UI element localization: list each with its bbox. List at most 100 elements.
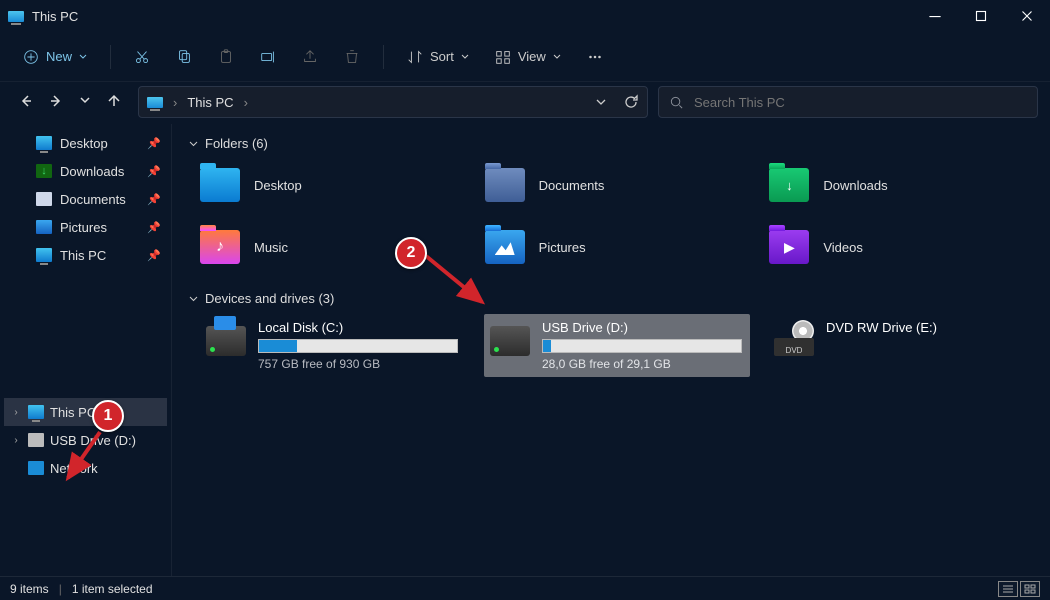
download-icon: ↓	[36, 164, 52, 178]
ellipsis-icon	[586, 48, 604, 66]
sort-button-label: Sort	[430, 49, 454, 64]
sidebar-item-label: Pictures	[60, 220, 107, 235]
tree-item-label: This PC	[50, 405, 96, 420]
refresh-icon[interactable]	[623, 94, 639, 110]
sidebar-item-pictures[interactable]: Pictures📌	[4, 214, 167, 240]
delete-button[interactable]	[333, 40, 371, 74]
folder-pictures[interactable]: Pictures	[485, 221, 750, 273]
toolbar: New Sort View	[0, 32, 1050, 82]
rename-icon	[259, 48, 277, 66]
arrow-up-icon	[106, 93, 122, 109]
chevron-down-icon[interactable]	[595, 96, 607, 108]
sort-icon	[406, 48, 424, 66]
view-button[interactable]: View	[484, 40, 572, 74]
sidebar-item-documents[interactable]: Documents📌	[4, 186, 167, 212]
folder-label: Downloads	[823, 178, 887, 193]
titlebar: This PC	[0, 0, 1050, 32]
monitor-icon	[36, 136, 52, 150]
folder-icon	[485, 168, 525, 202]
chevron-right-icon[interactable]: ›	[10, 435, 22, 446]
status-item-count: 9 items	[10, 582, 49, 596]
picture-icon	[36, 220, 52, 234]
close-button[interactable]	[1004, 0, 1050, 32]
folder-documents[interactable]: Documents	[485, 159, 750, 211]
share-icon	[301, 48, 319, 66]
clipboard-icon	[217, 48, 235, 66]
drive-free-text: 28,0 GB free of 29,1 GB	[542, 357, 744, 371]
nav-row: › This PC ›	[0, 82, 1050, 124]
sidebar-item-label: Downloads	[60, 164, 124, 179]
drive-d[interactable]: USB Drive (D:) 28,0 GB free of 29,1 GB	[484, 314, 750, 377]
hdd-icon	[490, 326, 530, 356]
share-button[interactable]	[291, 40, 329, 74]
folder-label: Music	[254, 240, 288, 255]
view-icon	[494, 48, 512, 66]
new-button[interactable]: New	[12, 40, 98, 74]
folder-icon	[200, 168, 240, 202]
drive-name: Local Disk (C:)	[258, 320, 460, 335]
network-icon	[28, 461, 44, 475]
copy-button[interactable]	[165, 40, 203, 74]
sidebar-item-label: Documents	[60, 192, 126, 207]
view-tiles-button[interactable]	[1020, 581, 1040, 597]
back-button[interactable]	[18, 93, 34, 112]
folder-label: Documents	[539, 178, 605, 193]
trash-icon	[343, 48, 361, 66]
annotation-arrow-1	[60, 428, 110, 488]
breadcrumb-sep: ›	[173, 95, 177, 110]
new-button-label: New	[46, 49, 72, 64]
window-controls	[912, 0, 1050, 32]
folder-icon	[200, 230, 240, 264]
folder-label: Desktop	[254, 178, 302, 193]
sidebar-item-downloads[interactable]: ↓ Downloads 📌	[4, 158, 167, 184]
address-bar[interactable]: › This PC ›	[138, 86, 648, 118]
breadcrumb[interactable]: This PC	[187, 95, 233, 110]
search-icon	[669, 95, 684, 110]
paste-button[interactable]	[207, 40, 245, 74]
status-selected-count: 1 item selected	[72, 582, 153, 596]
drive-e[interactable]: DVD DVD RW Drive (E:)	[768, 314, 1034, 377]
rename-button[interactable]	[249, 40, 287, 74]
chevron-down-icon	[78, 52, 88, 62]
more-button[interactable]	[576, 40, 614, 74]
arrow-right-icon	[48, 93, 64, 109]
recent-button[interactable]	[78, 93, 92, 112]
folder-icon	[769, 230, 809, 264]
drive-c[interactable]: Local Disk (C:) 757 GB free of 930 GB	[200, 314, 466, 377]
forward-button[interactable]	[48, 93, 64, 112]
chevron-down-icon	[460, 52, 470, 62]
drive-name: DVD RW Drive (E:)	[826, 320, 1028, 335]
section-folders-header[interactable]: Folders (6)	[188, 136, 1034, 151]
thispc-icon	[8, 11, 24, 22]
sort-button[interactable]: Sort	[396, 40, 480, 74]
sidebar-item-desktop[interactable]: Desktop📌	[4, 130, 167, 156]
minimize-button[interactable]	[912, 0, 958, 32]
folder-downloads[interactable]: Downloads	[769, 159, 1034, 211]
storage-bar	[258, 339, 458, 353]
window-title: This PC	[32, 9, 78, 24]
view-details-button[interactable]	[998, 581, 1018, 597]
search-box[interactable]	[658, 86, 1038, 118]
up-button[interactable]	[106, 93, 122, 112]
folder-videos[interactable]: Videos	[769, 221, 1034, 273]
folder-desktop[interactable]: Desktop	[200, 159, 465, 211]
status-bar: 9 items | 1 item selected	[0, 576, 1050, 600]
section-label: Devices and drives (3)	[205, 291, 334, 306]
maximize-button[interactable]	[958, 0, 1004, 32]
chevron-down-icon	[188, 138, 199, 149]
tree-item-thispc[interactable]: › This PC	[4, 398, 167, 426]
annotation-badge-2: 2	[395, 237, 427, 269]
pin-icon: 📌	[147, 165, 161, 178]
folder-label: Videos	[823, 240, 863, 255]
section-drives-header[interactable]: Devices and drives (3)	[188, 291, 1034, 306]
chevron-down-icon	[78, 93, 92, 107]
monitor-icon	[28, 405, 44, 419]
sidebar: Desktop📌 ↓ Downloads 📌 Documents📌 Pictures…	[0, 124, 172, 576]
cut-button[interactable]	[123, 40, 161, 74]
view-button-label: View	[518, 49, 546, 64]
search-input[interactable]	[694, 95, 1027, 110]
copy-icon	[175, 48, 193, 66]
sidebar-item-thispc[interactable]: This PC📌	[4, 242, 167, 268]
document-icon	[36, 192, 52, 206]
chevron-right-icon[interactable]: ›	[10, 407, 22, 418]
